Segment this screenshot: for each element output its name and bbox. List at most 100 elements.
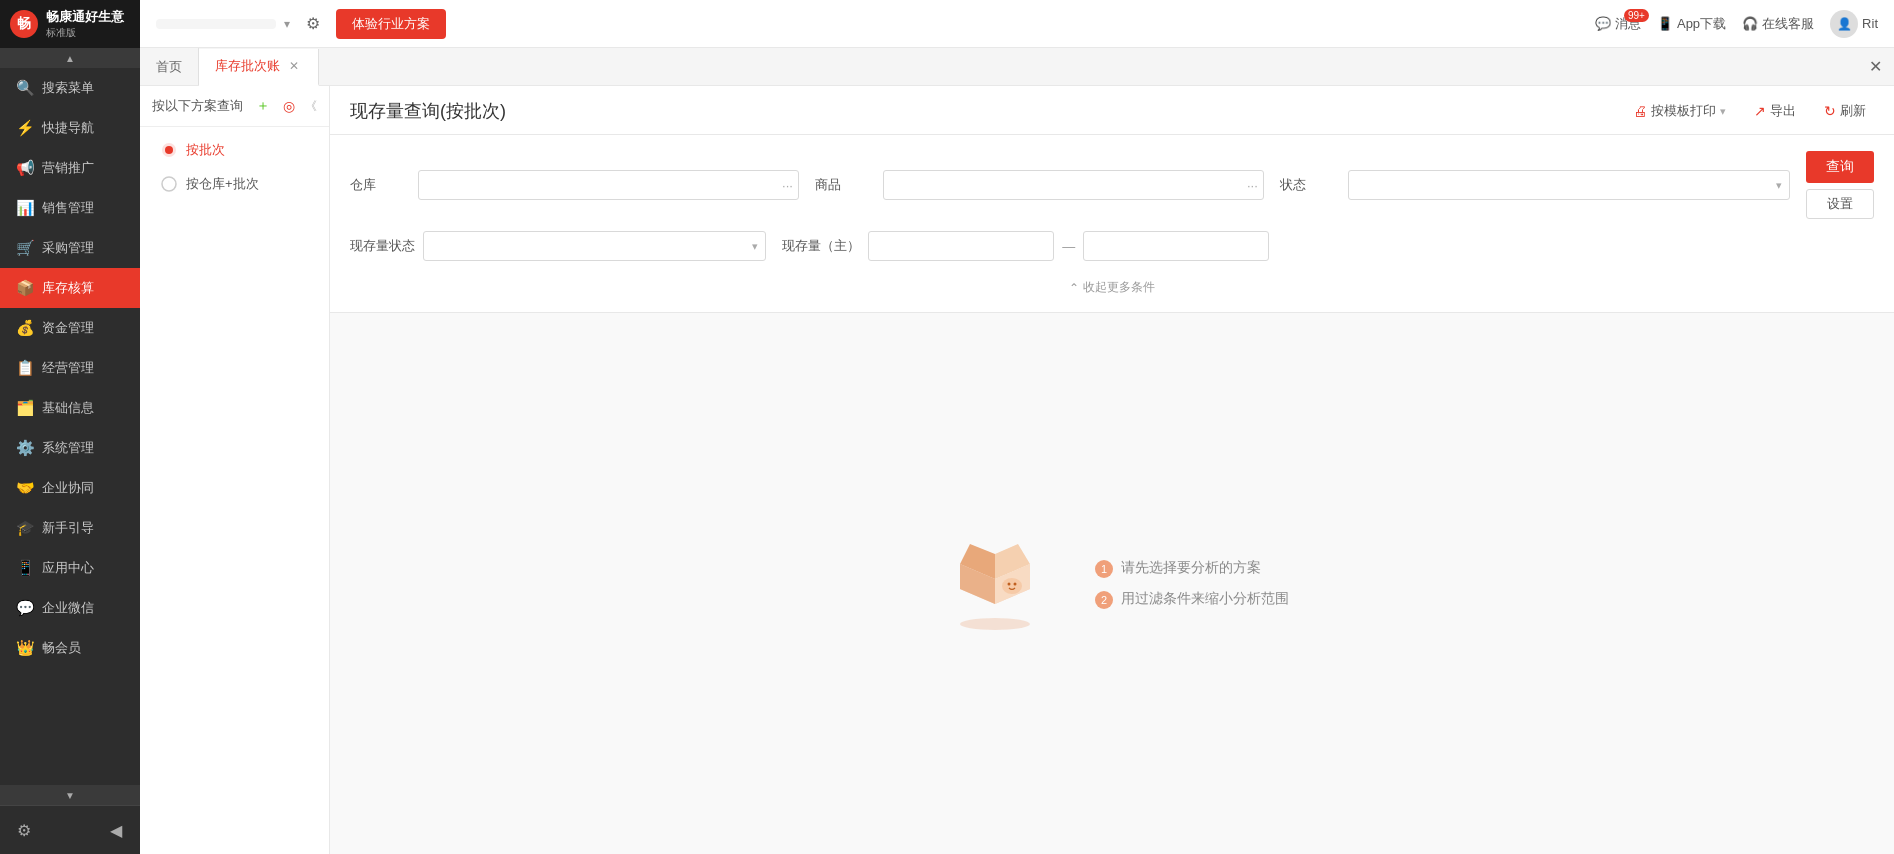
warehouse-input[interactable] [418,170,799,200]
phone-icon: 📱 [1657,16,1673,31]
export-btn[interactable]: ↗ 导出 [1746,98,1804,124]
sidebar-item-marketing[interactable]: 📢 营销推广 [0,148,140,188]
svg-point-2 [162,177,176,191]
printer-icon: 🖨 [1633,103,1647,119]
sidebar-header: 畅 畅康通好生意 标准版 [0,0,140,48]
hint-num-2: 2 [1095,591,1113,609]
scheme-settings-btn[interactable]: ◎ [279,96,299,116]
filter-chevron-icon[interactable]: 《 [305,98,317,115]
refresh-btn[interactable]: ↻ 刷新 [1816,98,1874,124]
filter-active-icon [160,141,178,159]
guide-icon: 🎓 [16,519,34,537]
filter-panel-header: 按以下方案查询 ＋ ◎ 《 [140,86,329,127]
sidebar-footer: ⚙ ◀ [0,805,140,854]
sidebar-item-shortcut[interactable]: ⚡ 快捷导航 [0,108,140,148]
stock-qty-group: 现存量（主） — [782,231,1269,261]
print-dropdown-icon[interactable]: ▾ [1720,105,1726,118]
sidebar-scroll-down[interactable]: ▼ [0,785,140,805]
sidebar-item-appcenter[interactable]: 📱 应用中心 [0,548,140,588]
sidebar-item-wechat[interactable]: 💬 企业微信 [0,588,140,628]
message-badge: 99+ [1624,9,1649,22]
collapse-label: 收起更多条件 [1083,279,1155,296]
inventory-icon: 📦 [16,279,34,297]
filter-panel-title: 按以下方案查询 [152,97,243,115]
filter-item-label: 按仓库+批次 [186,175,259,193]
sidebar-item-search[interactable]: 🔍 搜索菜单 [0,68,140,108]
print-btn[interactable]: 🖨 按模板打印 ▾ [1625,98,1734,124]
product-input-wrapper: ··· [883,170,1264,200]
trial-btn[interactable]: 体验行业方案 [336,9,446,39]
warehouse-more-icon[interactable]: ··· [782,178,793,193]
collab-icon: 🤝 [16,479,34,497]
filter-panel: 按以下方案查询 ＋ ◎ 《 按批次 [140,86,330,854]
topbar-dropdown-icon[interactable]: ▾ [284,17,290,31]
stock-qty-min-input[interactable] [868,231,1054,261]
form-buttons: 查询 设置 [1806,151,1874,219]
status-select[interactable] [1348,170,1790,200]
status-group: 状态 ▾ [1280,170,1790,200]
empty-box-icon [940,529,1050,639]
message-action[interactable]: 💬 消息 99+ [1595,15,1641,33]
product-more-icon[interactable]: ··· [1247,178,1258,193]
stock-qty-max-input[interactable] [1083,231,1269,261]
sidebar-item-inventory[interactable]: 📦 库存核算 [0,268,140,308]
sidebar-item-member[interactable]: 👑 畅会员 [0,628,140,668]
form-row-1: 仓库 ··· 商品 ··· [350,151,1874,219]
online-service-action[interactable]: 🎧 在线客服 [1742,15,1814,33]
hint-text-1: 请先选择要分析的方案 [1121,559,1261,577]
hint-item-2: 2 用过滤条件来缩小分析范围 [1095,590,1289,609]
page-header: 现存量查询(按批次) 🖨 按模板打印 ▾ ↗ 导出 ↻ 刷新 [330,86,1894,135]
sidebar-item-purchase[interactable]: 🛒 采购管理 [0,228,140,268]
sidebar-item-sales[interactable]: 📊 销售管理 [0,188,140,228]
shortcut-icon: ⚡ [16,119,34,137]
sidebar-item-label: 资金管理 [42,319,94,337]
tab-inventory-batch[interactable]: 库存批次账 ✕ [199,49,319,86]
app-download-action[interactable]: 📱 App下载 [1657,15,1726,33]
sidebar-item-label: 经营管理 [42,359,94,377]
member-icon: 👑 [16,639,34,657]
wechat-icon: 💬 [16,599,34,617]
empty-illustration [935,524,1055,644]
footer-collapse-icon[interactable]: ◀ [102,816,130,844]
svg-point-3 [960,618,1030,630]
filter-item-batch[interactable]: 按批次 [146,133,323,167]
sidebar-item-guide[interactable]: 🎓 新手引导 [0,508,140,548]
topbar-left: ▾ ⚙ 体验行业方案 [156,9,1585,39]
online-service-label: 在线客服 [1762,15,1814,33]
tab-close-icon[interactable]: ✕ [286,58,302,74]
avatar-placeholder: 👤 [1837,17,1852,31]
sidebar-item-basic[interactable]: 🗂️ 基础信息 [0,388,140,428]
topbar-search-box[interactable] [156,19,276,29]
app-download-label: App下载 [1677,15,1726,33]
sidebar-item-label: 畅会员 [42,639,81,657]
query-btn[interactable]: 查询 [1806,151,1874,183]
collapse-more-btn[interactable]: ⌃ 收起更多条件 [350,273,1874,302]
add-scheme-btn[interactable]: ＋ [253,96,273,116]
sidebar-item-operations[interactable]: 📋 经营管理 [0,348,140,388]
sidebar-scroll-up[interactable]: ▲ [0,48,140,68]
tabbar-close-right-btn[interactable]: ✕ [1857,48,1894,85]
svg-point-9 [1002,578,1022,594]
stock-status-select[interactable] [423,231,766,261]
hint-text-2: 用过滤条件来缩小分析范围 [1121,590,1289,608]
finance-icon: 💰 [16,319,34,337]
footer-settings-icon[interactable]: ⚙ [10,816,38,844]
stock-status-group: 现存量状态 ▾ [350,231,766,261]
svg-point-10 [1008,582,1011,585]
purchase-icon: 🛒 [16,239,34,257]
sidebar-item-system[interactable]: ⚙️ 系统管理 [0,428,140,468]
stock-qty-dash: — [1062,239,1075,254]
sidebar-item-finance[interactable]: 💰 资金管理 [0,308,140,348]
filter-item-warehouse-batch[interactable]: 按仓库+批次 [146,167,323,201]
refresh-icon: ↻ [1824,103,1836,119]
sidebar-item-collab[interactable]: 🤝 企业协同 [0,468,140,508]
search-form: 仓库 ··· 商品 ··· [330,135,1894,313]
warehouse-input-wrapper: ··· [418,170,799,200]
tab-home[interactable]: 首页 [140,48,199,85]
settings-btn[interactable]: 设置 [1806,189,1874,219]
product-input[interactable] [883,170,1264,200]
sidebar-nav: 🔍 搜索菜单 ⚡ 快捷导航 📢 营销推广 📊 销售管理 🛒 采购管理 📦 库存核… [0,68,140,785]
sidebar-item-label: 快捷导航 [42,119,94,137]
topbar-gear-icon[interactable]: ⚙ [298,9,328,39]
user-action[interactable]: 👤 Rit [1830,10,1878,38]
